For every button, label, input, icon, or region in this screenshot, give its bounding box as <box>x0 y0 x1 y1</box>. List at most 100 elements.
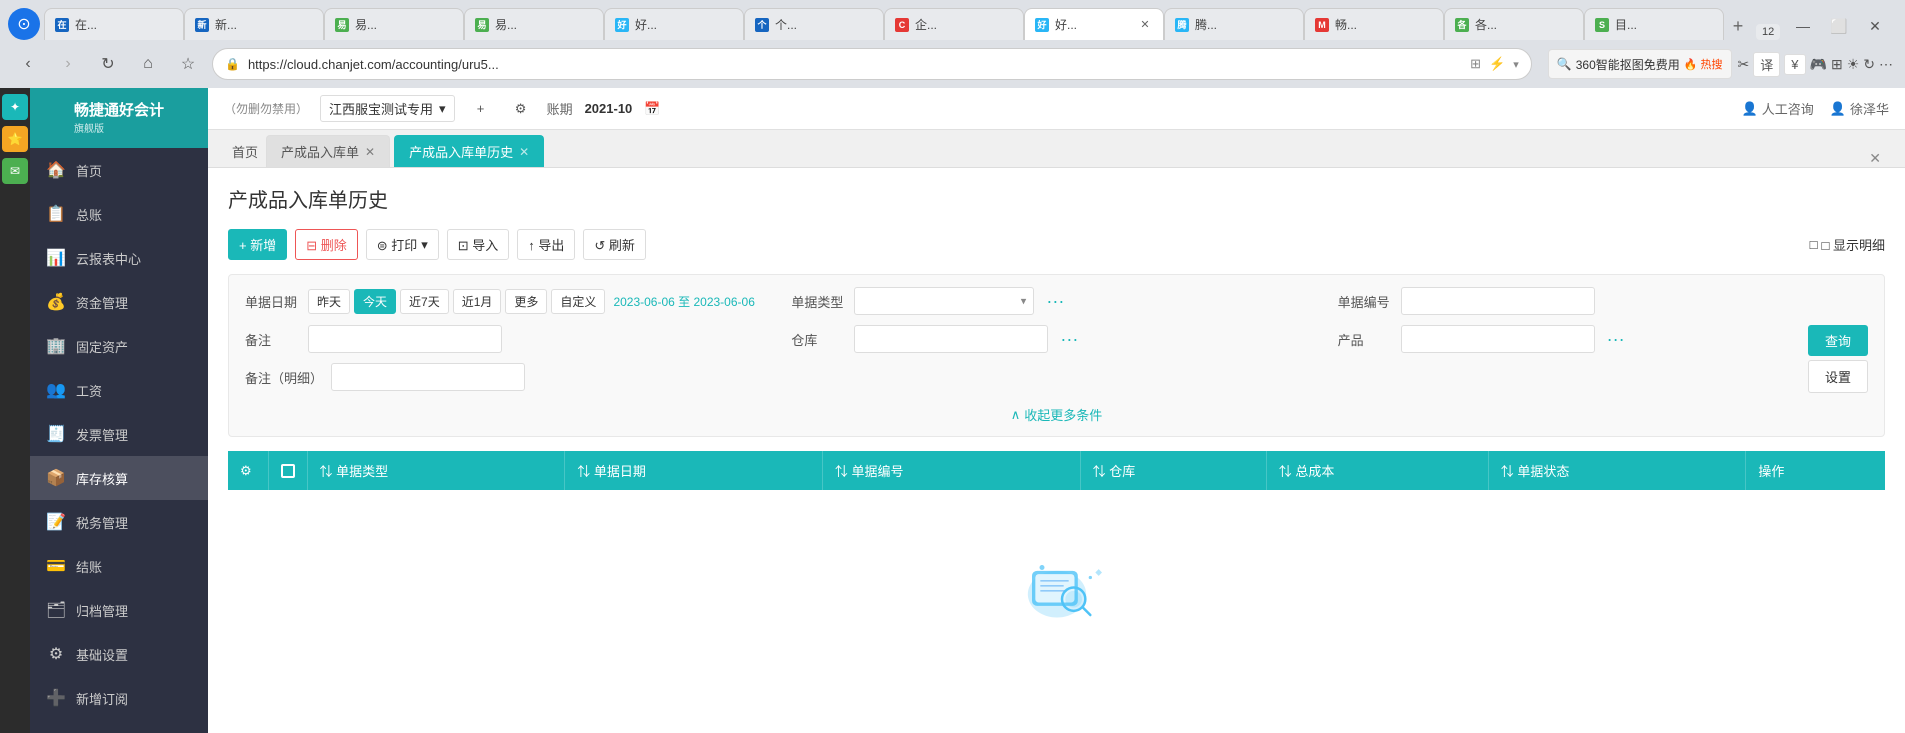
last1month-btn[interactable]: 近1月 <box>453 289 502 314</box>
refresh-button[interactable]: ↻ <box>92 48 124 80</box>
new-tab-button[interactable]: + <box>1724 12 1752 40</box>
sidebar-item-payroll[interactable]: 👥 工资 <box>30 368 208 412</box>
sidebar-item-add-subscription[interactable]: ➕ 新增订阅 <box>30 676 208 720</box>
back-button[interactable]: ‹ <box>12 48 44 80</box>
settings-icon[interactable]: ⋯ <box>1879 56 1893 73</box>
forward-button[interactable]: › <box>52 48 84 80</box>
page-tab-history-close[interactable]: ✕ <box>519 145 529 159</box>
dropdown-arrow[interactable]: ▾ <box>1513 58 1519 71</box>
query-button[interactable]: 查询 <box>1808 325 1868 356</box>
sidebar-item-closing[interactable]: 💳 结账 <box>30 544 208 588</box>
sidebar-item-settings[interactable]: ⚙ 基础设置 <box>30 632 208 676</box>
restore-button[interactable]: ⬜ <box>1825 12 1853 40</box>
tab-11[interactable]: 各 各... <box>1444 8 1584 40</box>
currency-btn[interactable]: ¥ <box>1784 54 1805 75</box>
import-button[interactable]: ⊡ 导入 <box>447 229 510 260</box>
close-button[interactable]: ✕ <box>1861 12 1889 40</box>
export-button[interactable]: ↑ 导出 <box>517 229 575 260</box>
translate-btn[interactable]: 译 <box>1753 52 1780 77</box>
sidebar-item-tax[interactable]: 📝 税务管理 <box>30 500 208 544</box>
tab-1[interactable]: 在 在... <box>44 8 184 40</box>
company-selector[interactable]: 江西服宝测试专用 ▾ <box>320 95 455 122</box>
note-detail-input[interactable] <box>331 363 525 391</box>
type-select[interactable] <box>854 287 1034 315</box>
page-tab-history[interactable]: 产成品入库单历史 ✕ <box>394 135 544 167</box>
th-checkbox[interactable] <box>268 451 307 490</box>
sync-icon[interactable]: ↻ <box>1863 56 1875 73</box>
tab-4[interactable]: 易 易... <box>464 8 604 40</box>
customer-service-button[interactable]: 👤 人工咨询 <box>1742 99 1814 118</box>
sidebar-item-invoice[interactable]: 🧾 发票管理 <box>30 412 208 456</box>
page-tab-list-close[interactable]: ✕ <box>365 145 375 159</box>
th-status[interactable]: ⇅ 单据状态 <box>1488 451 1746 490</box>
sidebar-item-inventory[interactable]: 📦 库存核算 <box>30 456 208 500</box>
browser-controls: — ⬜ ✕ <box>1781 12 1897 40</box>
tab-7[interactable]: C 企... <box>884 8 1024 40</box>
th-total-cost[interactable]: ⇅ 总成本 <box>1266 451 1488 490</box>
product-filter-group: 产品 ··· <box>1338 325 1868 353</box>
tab-12[interactable]: S 目... <box>1584 8 1724 40</box>
sidebar-item-archive[interactable]: 🗂 归档管理 <box>30 588 208 632</box>
th-warehouse[interactable]: ⇅ 仓库 <box>1080 451 1266 490</box>
sidebar-item-assets[interactable]: 🏢 固定资产 <box>30 324 208 368</box>
add-button[interactable]: + 新增 <box>228 229 287 260</box>
filter-settings-button[interactable]: 设置 <box>1808 360 1868 393</box>
page-tab-list[interactable]: 产成品入库单 ✕ <box>266 135 390 167</box>
minimize-button[interactable]: — <box>1789 12 1817 40</box>
home-button[interactable]: ⌂ <box>132 48 164 80</box>
tab-bar: ⊙ 在 在... 新 新... 易 易... 易 易... 好 好... 个 个… <box>0 0 1905 40</box>
warehouse-more-icon[interactable]: ··· <box>1056 329 1082 350</box>
sidebar-item-ledger[interactable]: 📋 总账 <box>30 192 208 236</box>
column-settings-icon[interactable]: ⚙ <box>240 463 252 478</box>
grid-view-icon[interactable]: ⊞ <box>1831 56 1843 73</box>
product-input[interactable] <box>1401 325 1595 353</box>
tab-8[interactable]: 好 好... ✕ <box>1024 8 1164 40</box>
sidebar-item-funds[interactable]: 💰 资金管理 <box>30 280 208 324</box>
number-input[interactable] <box>1401 287 1595 315</box>
star-icon[interactable]: ⭐ <box>2 126 28 152</box>
theme-icon[interactable]: ☀ <box>1847 56 1860 73</box>
tab-3[interactable]: 易 易... <box>324 8 464 40</box>
print-button[interactable]: ⊜ 打印 ▾ <box>366 229 439 260</box>
tab-2[interactable]: 新 新... <box>184 8 324 40</box>
user-profile-button[interactable]: 👤 徐泽华 <box>1830 99 1889 118</box>
tab-6[interactable]: 个 个... <box>744 8 884 40</box>
th-date[interactable]: ⇅ 单据日期 <box>565 451 823 490</box>
sort-icon-status: ⇅ <box>1501 464 1514 479</box>
mail-icon[interactable]: ✉ <box>2 158 28 184</box>
tab-9[interactable]: 腾 腾... <box>1164 8 1304 40</box>
th-type[interactable]: ⇅ 单据类型 <box>307 451 565 490</box>
tab-10[interactable]: M 畅... <box>1304 8 1444 40</box>
cut-icon[interactable]: ✂ <box>1738 56 1750 73</box>
note-input[interactable] <box>308 325 502 353</box>
sidebar-item-home[interactable]: 🏠 首页 <box>30 148 208 192</box>
last7days-btn[interactable]: 近7天 <box>400 289 449 314</box>
today-btn[interactable]: 今天 <box>354 289 396 314</box>
url-bar[interactable]: 🔒 https://cloud.chanjet.com/accounting/u… <box>212 48 1532 80</box>
sidebar-item-reports[interactable]: 📊 云报表中心 <box>30 236 208 280</box>
calendar-icon[interactable]: 📅 <box>644 101 660 117</box>
warehouse-input[interactable] <box>854 325 1048 353</box>
tab-close-8[interactable]: ✕ <box>1137 17 1153 33</box>
tab-5[interactable]: 好 好... <box>604 8 744 40</box>
bookmark-button[interactable]: ☆ <box>172 48 204 80</box>
more-btn[interactable]: 更多 <box>505 289 547 314</box>
collapse-button[interactable]: ∧ 收起更多条件 <box>1011 405 1103 424</box>
header-add-button[interactable]: + <box>467 95 495 123</box>
breadcrumb-home[interactable]: 首页 <box>224 135 266 167</box>
header-settings-button[interactable]: ⚙ <box>507 95 535 123</box>
th-number[interactable]: ⇅ 单据编号 <box>822 451 1080 490</box>
custom-btn[interactable]: 自定义 <box>551 289 605 314</box>
smart-search-btn[interactable]: 🔍 360智能抠图免费用 🔥 热搜 <box>1548 49 1732 79</box>
yesterday-btn[interactable]: 昨天 <box>308 289 350 314</box>
refresh-button-content[interactable]: ↺ 刷新 <box>583 229 646 260</box>
type-more-icon[interactable]: ··· <box>1042 291 1068 312</box>
game-icon[interactable]: 🎮 <box>1810 56 1827 73</box>
chanjet-icon[interactable]: ✦ <box>2 94 28 120</box>
show-details-toggle[interactable]: □ □ 显示明细 <box>1810 235 1885 254</box>
product-more-icon[interactable]: ··· <box>1603 329 1629 350</box>
close-all-icon[interactable]: ✕ <box>1861 150 1889 167</box>
delete-button[interactable]: ⊟ 删除 <box>295 229 358 260</box>
select-all-checkbox[interactable] <box>281 464 295 478</box>
th-settings[interactable]: ⚙ <box>228 451 268 490</box>
